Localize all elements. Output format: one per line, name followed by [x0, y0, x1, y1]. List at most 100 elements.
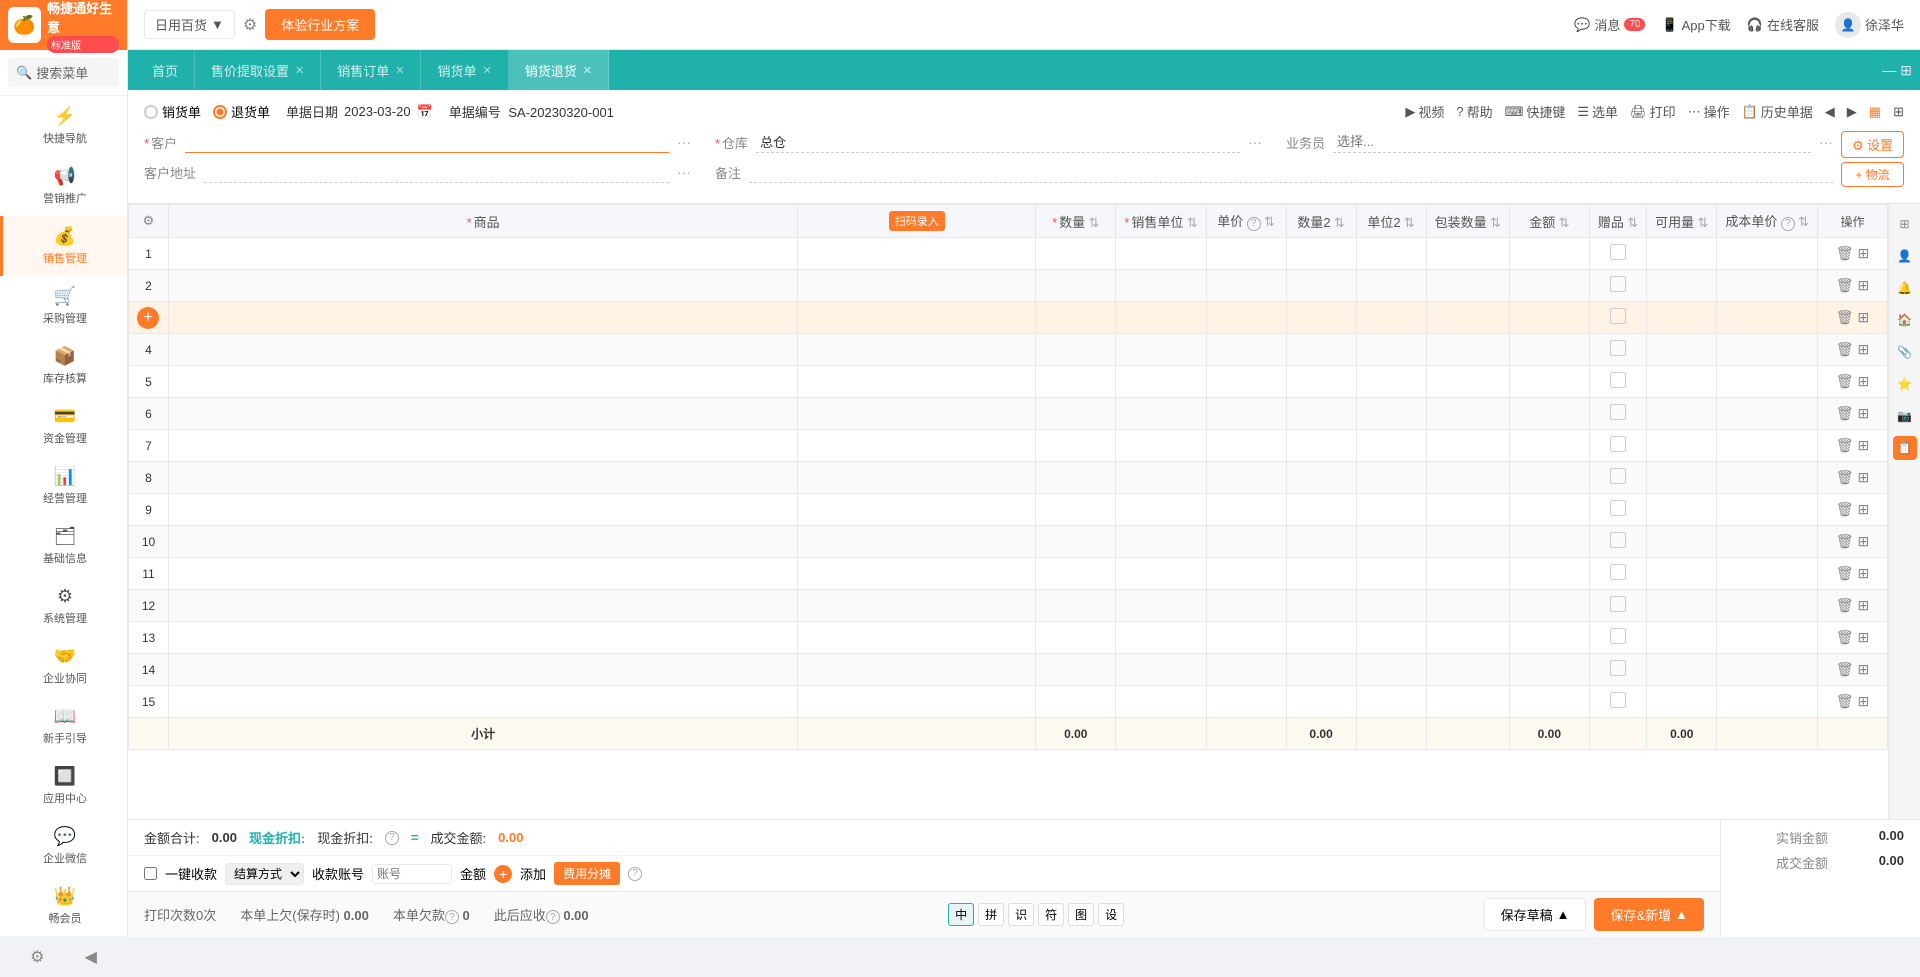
gift-checkbox[interactable] [1610, 404, 1626, 420]
sidebar-collapse-button[interactable]: ◀ [85, 947, 97, 967]
delete-active-row-button[interactable]: 🗑 [1836, 309, 1854, 326]
delete-row-button[interactable]: 🗑 [1836, 373, 1854, 390]
row-pack[interactable] [1426, 238, 1509, 270]
sort-icon-qty2[interactable]: ⇅ [1334, 215, 1345, 230]
notification-item[interactable]: 💬 消息 70 [1574, 15, 1645, 34]
logistics-btn[interactable]: + 物流 [1841, 162, 1904, 187]
tab-close-sales[interactable]: ✕ [483, 64, 492, 77]
delete-row-button[interactable]: 🗑 [1836, 597, 1854, 614]
row-product[interactable] [169, 270, 798, 302]
row-unit[interactable] [1116, 238, 1206, 270]
copy-row-button[interactable]: ⊞ [1858, 597, 1870, 614]
radio-return[interactable]: 退货单 [213, 102, 270, 121]
copy-row-button[interactable]: ⊞ [1858, 501, 1870, 518]
sidebar-item-guide[interactable]: 📖 新手引导 [0, 696, 127, 756]
row-avail[interactable] [1647, 270, 1717, 302]
toolbar-video[interactable]: ▶ 视频 [1405, 102, 1444, 121]
receivable-info-icon[interactable]: ? [546, 910, 560, 924]
copy-row-button[interactable]: ⊞ [1858, 437, 1870, 454]
col-header-settings[interactable]: ⚙ [129, 205, 169, 238]
topbar-settings-button[interactable]: ⚙ [243, 15, 257, 35]
sidebar-item-purchase[interactable]: 🛒 采购管理 [0, 276, 127, 336]
row-qty2[interactable] [1286, 270, 1356, 302]
sort-icon-avail[interactable]: ⇅ [1697, 215, 1708, 230]
toolbar-grid1[interactable]: ▦ [1869, 104, 1881, 120]
delete-row-button[interactable]: 🗑 [1836, 501, 1854, 518]
row-cost[interactable] [1717, 270, 1818, 302]
row-avail[interactable] [1647, 238, 1717, 270]
gift-checkbox[interactable] [1610, 500, 1626, 516]
row-unit2[interactable] [1356, 238, 1426, 270]
row-gift[interactable] [1589, 238, 1646, 270]
row-qty[interactable] [1036, 270, 1116, 302]
right-panel-btn-3[interactable]: 🔔 [1893, 276, 1917, 300]
copy-row-button[interactable]: ⊞ [1858, 405, 1870, 422]
warehouse-select-btn[interactable]: ··· [1248, 134, 1262, 150]
right-panel-btn-8[interactable]: 📋 [1893, 436, 1917, 460]
ime-btn-pinyin[interactable]: 拼 [978, 903, 1004, 926]
row-product-input[interactable] [169, 302, 798, 334]
user-item[interactable]: 👤 徐泽华 [1835, 12, 1904, 38]
row-gift[interactable] [1589, 270, 1646, 302]
tab-home[interactable]: 首页 [136, 50, 195, 90]
row-unit[interactable] [1116, 270, 1206, 302]
experience-btn[interactable]: 体验行业方案 [265, 9, 375, 40]
row-amount[interactable] [1509, 270, 1589, 302]
row-unit2[interactable] [1356, 270, 1426, 302]
right-panel-btn-5[interactable]: 📎 [1893, 340, 1917, 364]
sidebar-item-wechat[interactable]: 💬 企业微信 [0, 816, 127, 876]
delete-row-button[interactable]: 🗑 [1836, 469, 1854, 486]
customer-input[interactable] [185, 131, 669, 153]
gift-checkbox[interactable] [1610, 436, 1626, 452]
delete-row-button[interactable]: 🗑 [1836, 629, 1854, 646]
sidebar-item-operations[interactable]: 📊 经营管理 [0, 456, 127, 516]
toolbar-next[interactable]: ▶ [1847, 104, 1857, 120]
save-draft-button[interactable]: 保存草稿 ▲ [1484, 898, 1587, 931]
online-service-item[interactable]: 🎧 在线客服 [1747, 15, 1819, 34]
sort-icon-gift[interactable]: ⇅ [1627, 215, 1638, 230]
delete-row-button[interactable]: 🗑 [1836, 693, 1854, 710]
add-payment-button[interactable]: + [494, 865, 512, 883]
row-amount[interactable] [1509, 238, 1589, 270]
ime-btn-recognize[interactable]: 识 [1008, 903, 1034, 926]
copy-row-button[interactable]: ⊞ [1858, 693, 1870, 710]
toolbar-print[interactable]: 🖨 打印 [1630, 102, 1676, 121]
delete-row-button[interactable]: 🗑 [1836, 405, 1854, 422]
expense-info-icon[interactable]: ? [628, 867, 642, 881]
delete-row-button[interactable]: 🗑 [1836, 245, 1854, 262]
sidebar-item-apps[interactable]: 🔲 应用中心 [0, 756, 127, 816]
staff-input[interactable] [1333, 131, 1811, 153]
row-price[interactable] [1206, 270, 1286, 302]
tab-price-settings[interactable]: 售价提取设置 ✕ [195, 50, 321, 90]
tab-close-sales-order[interactable]: ✕ [395, 64, 404, 77]
right-panel-btn-4[interactable]: 🏠 [1893, 308, 1917, 332]
gift-checkbox[interactable] [1610, 468, 1626, 484]
address-select-btn[interactable]: ··· [677, 164, 691, 180]
delete-row-button[interactable]: 🗑 [1836, 565, 1854, 582]
delete-row-button[interactable]: 🗑 [1836, 437, 1854, 454]
toolbar-select[interactable]: ☰ 选单 [1577, 102, 1618, 121]
sidebar-search[interactable]: 🔍 搜索菜单 [0, 50, 127, 96]
delete-row-button[interactable]: 🗑 [1836, 533, 1854, 550]
cost-info-icon[interactable]: ? [1781, 217, 1795, 231]
tab-sales-return[interactable]: 销货退货 ✕ [509, 50, 609, 90]
discount-info-icon[interactable]: ? [385, 831, 399, 845]
settings-btn[interactable]: ⚙ 设置 [1841, 131, 1904, 158]
price-info-icon[interactable]: ? [1247, 217, 1261, 231]
add-row-cell[interactable]: + [129, 302, 169, 334]
app-download-item[interactable]: 📱 App下载 [1661, 15, 1730, 34]
debt-info-icon[interactable]: ? [445, 910, 459, 924]
account-input[interactable] [372, 864, 452, 884]
toolbar-grid2[interactable]: ⊞ [1893, 104, 1904, 120]
tab-close-price-settings[interactable]: ✕ [295, 64, 304, 77]
row-price[interactable] [1206, 238, 1286, 270]
gift-checkbox[interactable] [1610, 564, 1626, 580]
sort-icon-unit[interactable]: ⇅ [1187, 215, 1198, 230]
right-panel-btn-7[interactable]: 📷 [1893, 404, 1917, 428]
ime-btn-symbol[interactable]: 符 [1038, 903, 1064, 926]
row-product[interactable] [169, 238, 798, 270]
ime-btn-zh[interactable]: 中 [948, 903, 974, 926]
copy-row-button[interactable]: ⊞ [1858, 341, 1870, 358]
copy-row-button[interactable]: ⊞ [1858, 629, 1870, 646]
gift-checkbox[interactable] [1610, 276, 1626, 292]
